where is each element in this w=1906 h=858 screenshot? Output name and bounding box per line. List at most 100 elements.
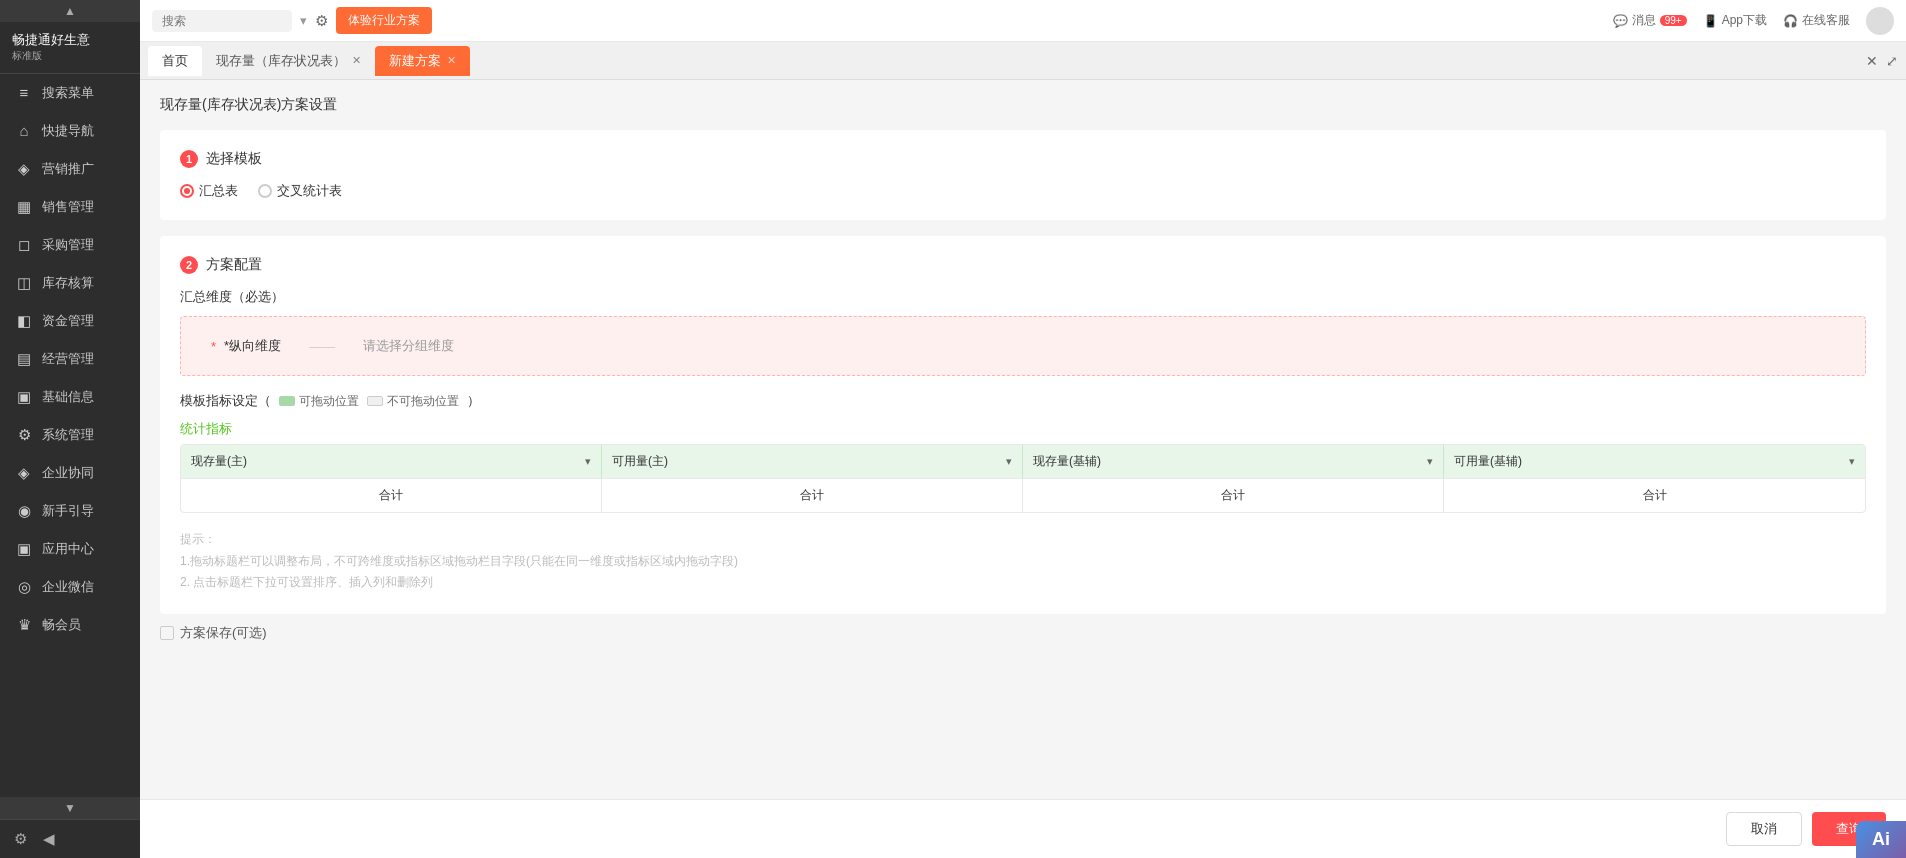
tabbar: 首页 现存量（库存状况表） ✕ 新建方案 ✕ ✕ ⤢ (140, 42, 1906, 80)
save-option[interactable]: 方案保存(可选) (160, 614, 1886, 652)
sidebar-item-marketing[interactable]: ◈ 营销推广 (0, 150, 140, 188)
sidebar-item-inventory[interactable]: ◫ 库存核算 (0, 264, 140, 302)
online-service-btn[interactable]: 🎧 在线客服 (1783, 12, 1850, 29)
non-draggable-legend-label: 不可拖动位置 (387, 393, 459, 410)
sidebar-item-basic-info[interactable]: ▣ 基础信息 (0, 378, 140, 416)
radio-summary-dot (180, 184, 194, 198)
col2-chevron-icon[interactable]: ▾ (1427, 455, 1433, 468)
message-badge: 99+ (1660, 15, 1687, 26)
tab-new-scheme[interactable]: 新建方案 ✕ (375, 46, 470, 76)
stats-col-1: 可用量(主) ▾ (602, 445, 1023, 478)
message-label: 消息 (1632, 12, 1656, 29)
stats-col-0: 现存量(主) ▾ (181, 445, 602, 478)
step2-header: 2 方案配置 (180, 256, 1866, 274)
stats-col-2: 现存量(基辅) ▾ (1023, 445, 1444, 478)
newbie-icon: ◉ (14, 502, 34, 520)
sidebar-item-operations[interactable]: ▤ 经营管理 (0, 340, 140, 378)
message-icon: 💬 (1613, 14, 1628, 28)
sidebar-logo: 畅捷通好生意 标准版 (0, 22, 140, 74)
dimension-area: * *纵向维度 —— 请选择分组维度 (180, 316, 1866, 376)
radio-cross-dot (258, 184, 272, 198)
sidebar-item-label: 应用中心 (42, 540, 94, 558)
tip1: 1.拖动标题栏可以调整布局，不可跨维度或指标区域拖动栏目字段(只能在同一维度或指… (180, 554, 738, 568)
sidebar-item-label: 采购管理 (42, 236, 94, 254)
sidebar-item-enterprise[interactable]: ◈ 企业协同 (0, 454, 140, 492)
dim-arrow: —— (309, 339, 335, 354)
sidebar-item-label: 经营管理 (42, 350, 94, 368)
dim-placeholder[interactable]: 请选择分组维度 (363, 337, 454, 355)
stats-cell-1: 合计 (602, 479, 1023, 512)
tab-home[interactable]: 首页 (148, 46, 202, 76)
radio-cross-label: 交叉统计表 (277, 182, 342, 200)
message-btn[interactable]: 💬 消息 99+ (1613, 12, 1687, 29)
tab-new-scheme-label: 新建方案 (389, 52, 441, 70)
step1-badge: 1 (180, 150, 198, 168)
tab-inventory-close-icon[interactable]: ✕ (352, 54, 361, 67)
app-download-btn[interactable]: 📱 App下载 (1703, 12, 1767, 29)
sidebar-item-system[interactable]: ⚙ 系统管理 (0, 416, 140, 454)
sidebar-item-label: 搜索菜单 (42, 84, 94, 102)
non-draggable-legend-box (367, 396, 383, 406)
stats-table-header: 现存量(主) ▾ 可用量(主) ▾ 现存量(基辅) ▾ (181, 445, 1865, 478)
sidebar-item-sales[interactable]: ▦ 销售管理 (0, 188, 140, 226)
sidebar-item-weixin[interactable]: ◎ 企业微信 (0, 568, 140, 606)
settings-icon[interactable]: ⚙ (14, 830, 27, 848)
gear-icon[interactable]: ⚙ (315, 12, 328, 30)
sidebar-item-newbie[interactable]: ◉ 新手引导 (0, 492, 140, 530)
sidebar-item-purchase[interactable]: ◻ 采购管理 (0, 226, 140, 264)
ai-badge[interactable]: Ai (1856, 821, 1906, 858)
sidebar-item-label: 基础信息 (42, 388, 94, 406)
sidebar-item-label: 快捷导航 (42, 122, 94, 140)
draggable-legend-label: 可拖动位置 (299, 393, 359, 410)
industry-btn[interactable]: 体验行业方案 (336, 7, 432, 34)
stats-cell-3: 合计 (1444, 479, 1865, 512)
phone-icon: 📱 (1703, 14, 1718, 28)
stats-title: 统计指标 (180, 420, 1866, 438)
dimension-label: 汇总维度（必选） (180, 288, 1866, 306)
col0-chevron-icon[interactable]: ▾ (585, 455, 591, 468)
search-chevron-icon[interactable]: ▾ (300, 13, 307, 28)
sidebar-footer: ⚙ ◀ (0, 819, 140, 858)
sidebar-item-label: 系统管理 (42, 426, 94, 444)
close-window-icon[interactable]: ✕ (1866, 53, 1878, 69)
cancel-button[interactable]: 取消 (1726, 812, 1802, 846)
expand-icon[interactable]: ⤢ (1886, 53, 1898, 69)
stats-table-row: 合计 合计 合计 合计 (181, 478, 1865, 512)
step2-badge: 2 (180, 256, 198, 274)
indicator-settings-label: 模板指标设定（ 可拖动位置 不可拖动位置 ） (180, 392, 1866, 410)
sidebar-item-finance[interactable]: ◧ 资金管理 (0, 302, 140, 340)
page-title: 现存量(库存状况表)方案设置 (160, 96, 1886, 114)
sidebar-item-label: 资金管理 (42, 312, 94, 330)
info-icon: ▣ (14, 388, 34, 406)
save-option-label: 方案保存(可选) (180, 624, 267, 642)
sidebar-item-member[interactable]: ♛ 畅会员 (0, 606, 140, 644)
tab-new-scheme-close-icon[interactable]: ✕ (447, 54, 456, 67)
avatar[interactable] (1866, 7, 1894, 35)
sidebar-item-quick-nav[interactable]: ⌂ 快捷导航 (0, 112, 140, 150)
radio-cross[interactable]: 交叉统计表 (258, 182, 342, 200)
col3-chevron-icon[interactable]: ▾ (1849, 455, 1855, 468)
sidebar-scroll-up[interactable]: ▲ (0, 0, 140, 22)
tab-inventory-status[interactable]: 现存量（库存状况表） ✕ (202, 46, 375, 76)
main-area: ▾ ⚙ 体验行业方案 💬 消息 99+ 📱 App下载 🎧 在线客服 首页 (140, 0, 1906, 858)
step1-card: 1 选择模板 汇总表 交叉统计表 (160, 130, 1886, 220)
search-input[interactable] (152, 10, 292, 32)
sidebar-item-label: 企业微信 (42, 578, 94, 596)
sidebar-item-app-center[interactable]: ▣ 应用中心 (0, 530, 140, 568)
radio-summary[interactable]: 汇总表 (180, 182, 238, 200)
content-scroll: 现存量(库存状况表)方案设置 1 选择模板 汇总表 交叉统计表 (140, 80, 1906, 858)
stats-col-3: 可用量(基辅) ▾ (1444, 445, 1865, 478)
save-checkbox[interactable] (160, 626, 174, 640)
sidebar-item-label: 营销推广 (42, 160, 94, 178)
stats-section: 统计指标 现存量(主) ▾ 可用量(主) ▾ (180, 420, 1866, 513)
step2-card: 2 方案配置 汇总维度（必选） * *纵向维度 —— 请选择分组维度 模板指标设… (160, 236, 1886, 614)
col1-chevron-icon[interactable]: ▾ (1006, 455, 1012, 468)
app-name: 畅捷通好生意 (12, 32, 128, 49)
sidebar-item-search[interactable]: ≡ 搜索菜单 (0, 74, 140, 112)
headset-icon: 🎧 (1783, 14, 1798, 28)
collapse-icon[interactable]: ◀ (43, 830, 55, 848)
footer-bar: 取消 查询 (140, 799, 1906, 858)
sidebar-scroll-down[interactable]: ▼ (0, 797, 140, 819)
gift-icon: ◈ (14, 160, 34, 178)
step2-title: 方案配置 (206, 256, 262, 274)
